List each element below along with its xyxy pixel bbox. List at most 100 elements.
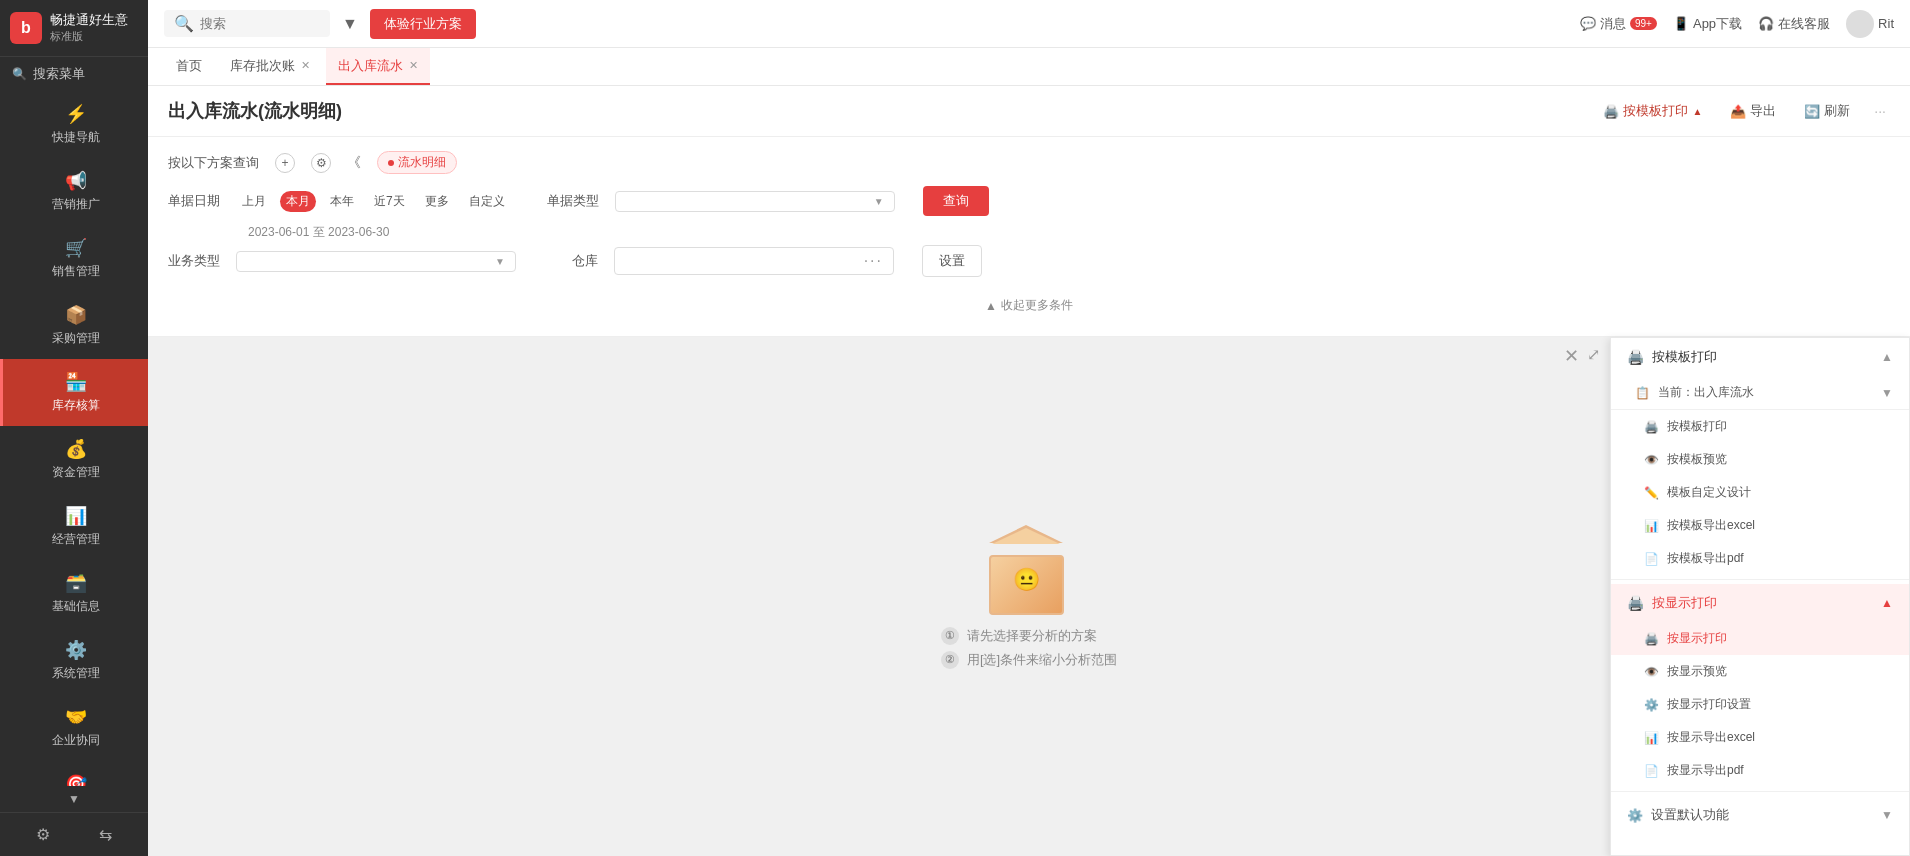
empty-state: 😐 ① 请先选择要分析的方案 ② 用[选]条件来缩小分析范围 [941, 525, 1117, 669]
tip2-text: 用[选]条件来缩小分析范围 [967, 651, 1117, 669]
current-label: 当前：出入库流水 [1658, 384, 1754, 401]
app-download-label: App下载 [1693, 15, 1742, 33]
date-shortcut-more[interactable]: 更多 [419, 191, 455, 212]
template-print-btn[interactable]: 🖨️ 按模板打印 ▲ [1595, 98, 1710, 124]
doc-type-input[interactable]: ▼ [615, 191, 895, 212]
empty-tip-2: ② 用[选]条件来缩小分析范围 [941, 651, 1117, 669]
date-shortcut-this-month[interactable]: 本月 [280, 191, 316, 212]
template-excel-item[interactable]: 📊 按模板导出excel [1611, 509, 1909, 542]
settings-gear-icon[interactable]: ▼ [342, 15, 358, 33]
industry-btn[interactable]: 体验行业方案 [370, 9, 476, 39]
sidebar: b 畅捷通好生意 标准版 🔍 搜索菜单 ⚡ 快捷导航 📢 营销推广 🛒 销售管理… [0, 0, 148, 856]
download-icon: 📱 [1673, 16, 1689, 31]
inventory-icon: 🏪 [65, 371, 87, 393]
refresh-btn[interactable]: 🔄 刷新 [1796, 98, 1858, 124]
operation-icon: 📊 [65, 505, 87, 527]
tab-current[interactable]: 出入库流水 ✕ [326, 48, 430, 85]
template-print-section-header[interactable]: 🖨️ 按模板打印 ▲ [1611, 338, 1909, 376]
template-pdf-item-label: 按模板导出pdf [1667, 550, 1744, 567]
tab-home[interactable]: 首页 [164, 48, 214, 85]
pdf-icon-1: 📄 [1643, 552, 1659, 566]
logo-icon: b [10, 12, 42, 44]
sidebar-item-inventory[interactable]: 🏪 库存核算 [0, 359, 148, 426]
template-preview-item[interactable]: 👁️ 按模板预览 [1611, 443, 1909, 476]
export-btn[interactable]: 📤 导出 [1722, 98, 1784, 124]
sidebar-item-purchase[interactable]: 📦 采购管理 [0, 292, 148, 359]
settings-btn[interactable]: 设置 [922, 245, 982, 277]
display-print-settings-label: 按显示打印设置 [1667, 696, 1751, 713]
display-preview-item[interactable]: 👁️ 按显示预览 [1611, 655, 1909, 688]
online-service-label: 在线客服 [1778, 15, 1830, 33]
sidebar-item-guide[interactable]: 🎯 新手引导 [0, 761, 148, 786]
filter-row-date: 单据日期 上月 本月 本年 近7天 更多 自定义 单据类型 ▼ 查询 [168, 186, 1890, 216]
page-header: 出入库流水(流水明细) 🖨️ 按模板打印 ▲ 📤 导出 🔄 刷新 ··· [148, 86, 1910, 137]
panel-expand-icon[interactable]: ⤢ [1587, 345, 1600, 367]
filter-row-biz: 业务类型 ▼ 仓库 ··· 设置 [168, 245, 1890, 277]
display-excel-item[interactable]: 📊 按显示导出excel [1611, 721, 1909, 754]
app-download-group[interactable]: 📱 App下载 [1673, 15, 1742, 33]
display-print-settings-item[interactable]: ⚙️ 按显示打印设置 [1611, 688, 1909, 721]
sidebar-search[interactable]: 🔍 搜索菜单 [0, 57, 148, 91]
settings-icon[interactable]: ⚙ [36, 825, 50, 844]
template-print-item[interactable]: 🖨️ 按模板打印 [1611, 410, 1909, 443]
sidebar-item-label: 营销推广 [52, 196, 100, 213]
current-chevron-icon: ▼ [1881, 386, 1893, 400]
message-group[interactable]: 💬 消息 99+ [1580, 15, 1657, 33]
system-icon: ⚙️ [65, 639, 87, 661]
sidebar-item-marketing[interactable]: 📢 营销推广 [0, 158, 148, 225]
online-service-group[interactable]: 🎧 在线客服 [1758, 15, 1830, 33]
display-print-section-header[interactable]: 🖨️ 按显示打印 ▲ [1611, 584, 1909, 622]
date-shortcut-this-year[interactable]: 本年 [324, 191, 360, 212]
sidebar-item-label: 资金管理 [52, 464, 100, 481]
user-group[interactable]: Rit [1846, 10, 1894, 38]
empty-illustration: 😐 [979, 525, 1079, 615]
display-pdf-item[interactable]: 📄 按显示导出pdf [1611, 754, 1909, 787]
tab-inventory-batch[interactable]: 库存批次账 ✕ [218, 48, 322, 85]
toggle-icon[interactable]: ⇆ [99, 825, 112, 844]
sidebar-item-operation[interactable]: 📊 经营管理 [0, 493, 148, 560]
message-badge: 99+ [1630, 17, 1657, 30]
display-excel-item-label: 按显示导出excel [1667, 729, 1755, 746]
template-pdf-item[interactable]: 📄 按模板导出pdf [1611, 542, 1909, 575]
print-icon-1: 🖨️ [1643, 420, 1659, 434]
dropdown-panel: 🖨️ 按模板打印 ▲ 📋 当前：出入库流水 ▼ 🖨️ 按模板打印 [1610, 337, 1910, 856]
sidebar-item-system[interactable]: ⚙️ 系统管理 [0, 627, 148, 694]
warehouse-more-icon[interactable]: ··· [864, 252, 883, 270]
search-input[interactable] [200, 16, 320, 31]
date-shortcut-custom[interactable]: 自定义 [463, 191, 511, 212]
tab-inventory-batch-label: 库存批次账 [230, 57, 295, 75]
filter-collapse-btn[interactable]: 《 [347, 154, 361, 172]
settings-icon-dropdown: ⚙️ [1643, 698, 1659, 712]
tab-current-close[interactable]: ✕ [409, 59, 418, 72]
sidebar-item-enterprise[interactable]: 🤝 企业协同 [0, 694, 148, 761]
sidebar-item-basic[interactable]: 🗃️ 基础信息 [0, 560, 148, 627]
filter-settings-btn[interactable]: ⚙ [311, 153, 331, 173]
top-search-box[interactable]: 🔍 [164, 10, 330, 37]
biz-type-input[interactable]: ▼ [236, 251, 516, 272]
query-btn[interactable]: 查询 [923, 186, 989, 216]
sidebar-item-label: 经营管理 [52, 531, 100, 548]
sidebar-item-finance[interactable]: 💰 资金管理 [0, 426, 148, 493]
date-shortcut-7days[interactable]: 近7天 [368, 191, 411, 212]
sidebar-item-quick-nav[interactable]: ⚡ 快捷导航 [0, 91, 148, 158]
purchase-icon: 📦 [65, 304, 87, 326]
collapse-bar[interactable]: ▲ 收起更多条件 [168, 289, 1890, 322]
panel-close-icon[interactable]: ✕ [1564, 345, 1579, 367]
sidebar-item-sales[interactable]: 🛒 销售管理 [0, 225, 148, 292]
filter-tag[interactable]: 流水明细 [377, 151, 457, 174]
display-print-item[interactable]: 🖨️ 按显示打印 [1611, 622, 1909, 655]
sidebar-scroll-down[interactable]: ▼ [0, 786, 148, 812]
warehouse-input[interactable]: ··· [614, 247, 894, 275]
content-area: 😐 ① 请先选择要分析的方案 ② 用[选]条件来缩小分析范围 [148, 337, 1910, 856]
date-shortcut-prev-month[interactable]: 上月 [236, 191, 272, 212]
filter-add-btn[interactable]: + [275, 153, 295, 173]
template-design-item[interactable]: ✏️ 模板自定义设计 [1611, 476, 1909, 509]
default-func-label: 设置默认功能 [1651, 806, 1729, 824]
more-options-btn[interactable]: ··· [1870, 103, 1890, 119]
message-label: 消息 [1600, 15, 1626, 33]
finance-icon: 💰 [65, 438, 87, 460]
current-sub-header[interactable]: 📋 当前：出入库流水 ▼ [1611, 376, 1909, 410]
filter-area: 按以下方案查询 + ⚙ 《 流水明细 单据日期 上月 本月 本年 近7天 更多 [148, 137, 1910, 337]
tab-inventory-batch-close[interactable]: ✕ [301, 59, 310, 72]
default-func-section[interactable]: ⚙️ 设置默认功能 ▼ [1611, 796, 1909, 834]
